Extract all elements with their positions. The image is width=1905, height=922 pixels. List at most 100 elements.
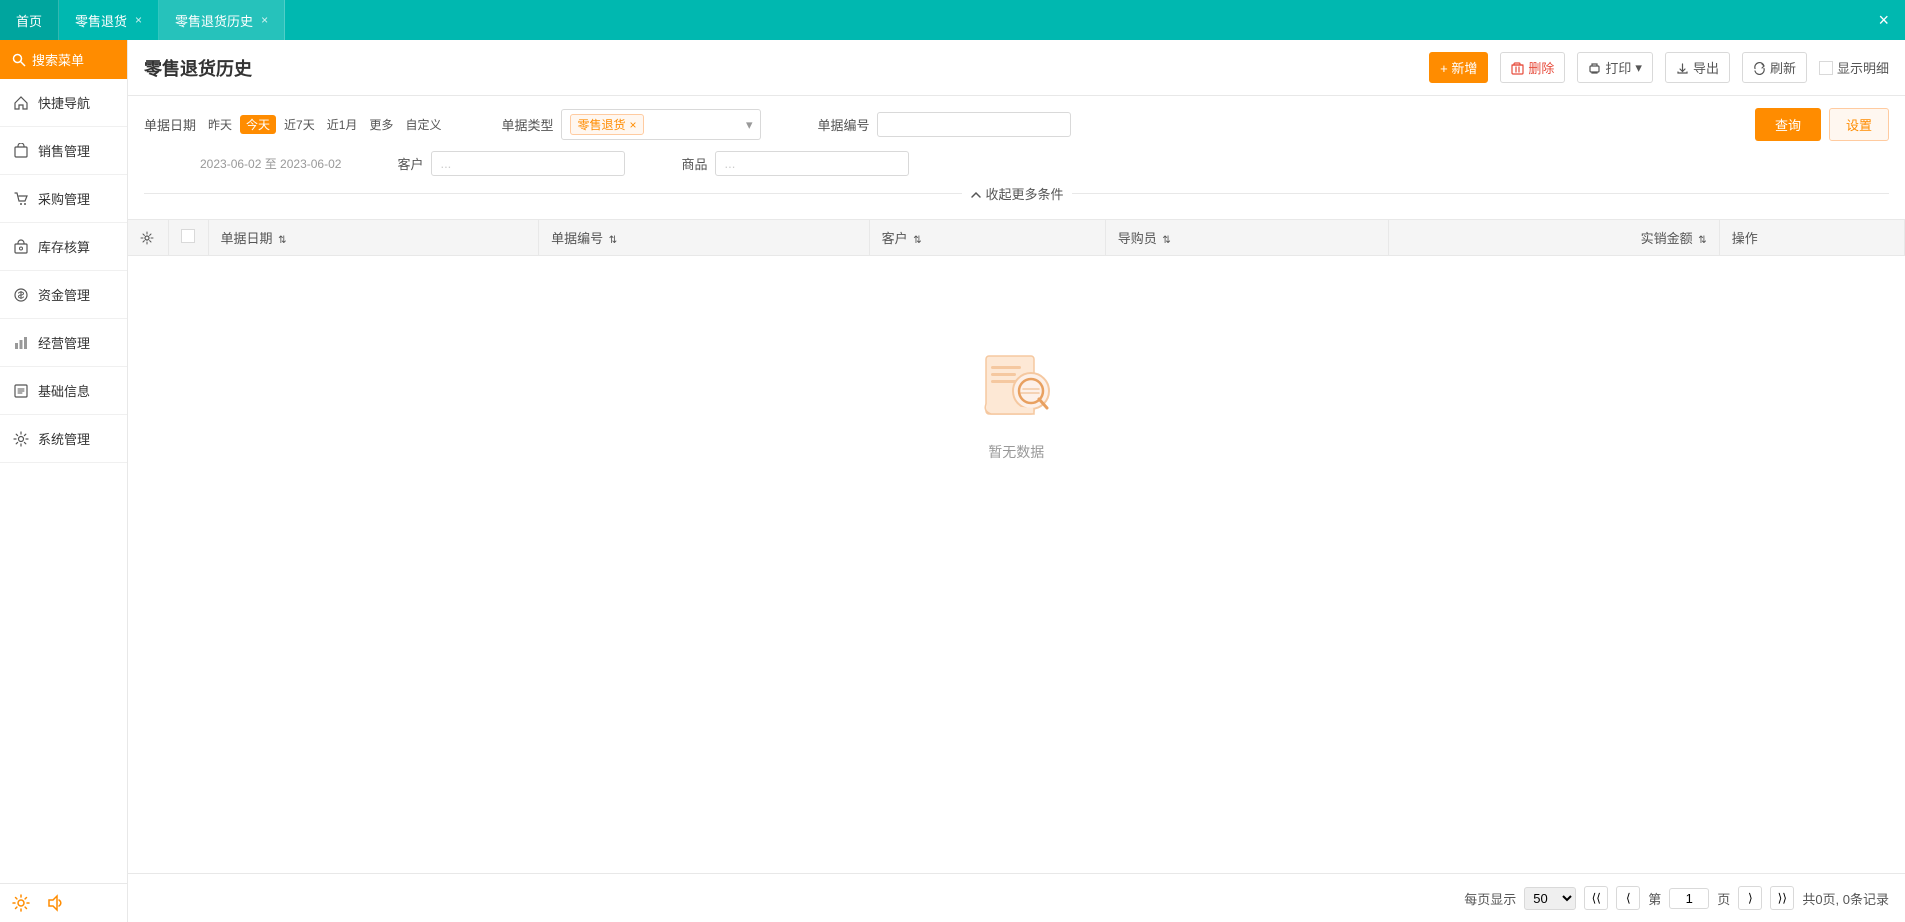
- per-page-select[interactable]: 50 100 200: [1524, 887, 1576, 910]
- sidebar-item-inventory[interactable]: 库存核算: [0, 223, 127, 271]
- prev-page-button[interactable]: ⟨: [1616, 886, 1640, 910]
- number-filter-label: 单据编号: [817, 115, 869, 134]
- delete-button[interactable]: 删除: [1500, 52, 1565, 83]
- tab-retail-return-close[interactable]: ×: [135, 13, 142, 27]
- last-page-button[interactable]: ⟩⟩: [1770, 886, 1794, 910]
- filter-row-2: 2023-06-02 至 2023-06-02 客户 商品: [144, 151, 1889, 176]
- settings-icon[interactable]: [12, 894, 30, 912]
- col-amount-header[interactable]: 实销金额 ⇅: [1389, 220, 1720, 256]
- topbar-tabs: 首页 零售退货 × 零售退货历史 ×: [0, 0, 1862, 40]
- date-range: 2023-06-02 至 2023-06-02: [200, 155, 341, 172]
- delete-icon: [1511, 60, 1524, 75]
- basic-icon: [12, 382, 30, 400]
- search-icon: [12, 52, 26, 68]
- date-opt-custom[interactable]: 自定义: [401, 115, 445, 134]
- sidebar-item-purchase[interactable]: 采购管理: [0, 175, 127, 223]
- guide-sort-icon[interactable]: ⇅: [1162, 235, 1170, 246]
- col-guide-header[interactable]: 导购员 ⇅: [1105, 220, 1388, 256]
- sidebar-search[interactable]: 搜索菜单: [0, 40, 127, 79]
- refresh-icon: [1753, 60, 1766, 75]
- date-filter-label: 单据日期: [144, 115, 196, 134]
- table-area: 单据日期 ⇅ 单据编号 ⇅ 客户 ⇅ 导购员 ⇅: [128, 220, 1905, 873]
- sidebar-basic-info-label: 基础信息: [38, 381, 90, 400]
- date-opt-yesterday[interactable]: 昨天: [204, 115, 236, 134]
- col-number-header[interactable]: 单据编号 ⇅: [539, 220, 870, 256]
- delete-button-label: 删除: [1528, 58, 1554, 77]
- col-action-header: 操作: [1719, 220, 1904, 256]
- page-title: 零售退货历史: [144, 55, 252, 81]
- tab-retail-return-history[interactable]: 零售退货历史 ×: [159, 0, 285, 40]
- tab-retail-return-history-label: 零售退货历史: [175, 11, 253, 30]
- number-input[interactable]: [877, 112, 1071, 137]
- collapse-button[interactable]: 收起更多条件: [970, 180, 1064, 207]
- select-all-checkbox[interactable]: [181, 229, 195, 243]
- type-tag-label: 零售退货: [577, 116, 625, 133]
- show-detail-option[interactable]: 显示明细: [1819, 58, 1889, 77]
- date-options: 昨天 今天 近7天 近1月 更多 自定义: [204, 115, 445, 134]
- page-input[interactable]: [1669, 888, 1709, 909]
- sidebar-item-basic-info[interactable]: 基础信息: [0, 367, 127, 415]
- sidebar-inventory-label: 库存核算: [38, 237, 90, 256]
- sidebar-item-sales[interactable]: 销售管理: [0, 127, 127, 175]
- filter-row-1: 单据日期 昨天 今天 近7天 近1月 更多 自定义 单据类型: [144, 108, 1889, 141]
- date-opt-1month[interactable]: 近1月: [323, 115, 362, 134]
- export-button-label: 导出: [1693, 58, 1719, 77]
- col-date-header[interactable]: 单据日期 ⇅: [208, 220, 539, 256]
- number-sort-icon[interactable]: ⇅: [609, 235, 617, 246]
- type-tag-close[interactable]: ×: [629, 118, 636, 132]
- print-button-label: 打印: [1605, 58, 1631, 77]
- window-close-button[interactable]: ×: [1862, 0, 1905, 40]
- sidebar-item-system[interactable]: 系统管理: [0, 415, 127, 463]
- print-button[interactable]: 打印 ▾: [1577, 52, 1653, 83]
- page-unit: 页: [1717, 889, 1730, 908]
- date-opt-today[interactable]: 今天: [240, 115, 276, 134]
- sidebar-item-operation[interactable]: 经营管理: [0, 319, 127, 367]
- total-info: 共0页, 0条记录: [1802, 889, 1889, 908]
- query-button[interactable]: 查询: [1755, 108, 1821, 141]
- table-settings-header[interactable]: [128, 220, 168, 256]
- col-date-label: 单据日期: [221, 231, 273, 246]
- goods-input[interactable]: [715, 151, 909, 176]
- collapse-row: 收起更多条件: [144, 180, 1889, 207]
- type-tag: 零售退货 ×: [570, 114, 643, 135]
- tab-retail-return-history-close[interactable]: ×: [261, 13, 268, 27]
- home-icon: [12, 94, 30, 112]
- operation-icon: [12, 334, 30, 352]
- add-button[interactable]: + 新增: [1429, 52, 1488, 83]
- show-detail-checkbox[interactable]: [1819, 61, 1833, 75]
- date-opt-more[interactable]: 更多: [365, 115, 397, 134]
- type-selector[interactable]: 零售退货 × ▾: [561, 109, 761, 140]
- tab-retail-return[interactable]: 零售退货 ×: [59, 0, 159, 40]
- col-customer-header[interactable]: 客户 ⇅: [869, 220, 1105, 256]
- type-filter: 单据类型 零售退货 × ▾: [501, 109, 761, 140]
- date-opt-7days[interactable]: 近7天: [280, 115, 319, 134]
- customer-input[interactable]: [431, 151, 625, 176]
- col-amount-label: 实销金额: [1641, 231, 1693, 246]
- sidebar-bottom: [0, 883, 127, 922]
- amount-sort-icon[interactable]: ⇅: [1698, 235, 1706, 246]
- col-customer-label: 客户: [882, 231, 908, 246]
- show-detail-label: 显示明细: [1837, 58, 1889, 77]
- sidebar-item-finance[interactable]: 资金管理: [0, 271, 127, 319]
- empty-text: 暂无数据: [988, 442, 1044, 462]
- customer-sort-icon[interactable]: ⇅: [913, 235, 921, 246]
- goods-filter-label: 商品: [681, 154, 707, 173]
- separator-left: [144, 193, 962, 194]
- type-dropdown-icon: ▾: [746, 117, 753, 133]
- type-filter-label: 单据类型: [501, 115, 553, 134]
- print-dropdown-icon: ▾: [1635, 60, 1642, 76]
- table-settings-icon[interactable]: [140, 230, 154, 245]
- sidebar-sales-label: 销售管理: [38, 141, 90, 160]
- col-guide-label: 导购员: [1118, 231, 1157, 246]
- next-page-button[interactable]: ⟩: [1738, 886, 1762, 910]
- tab-home[interactable]: 首页: [0, 0, 59, 40]
- table-checkbox-header[interactable]: [168, 220, 208, 256]
- date-sort-icon[interactable]: ⇅: [278, 235, 286, 246]
- sidebar-search-label: 搜索菜单: [32, 50, 84, 69]
- first-page-button[interactable]: ⟨⟨: [1584, 886, 1608, 910]
- volume-icon[interactable]: [46, 894, 64, 912]
- settings-button[interactable]: 设置: [1829, 108, 1889, 141]
- export-button[interactable]: 导出: [1665, 52, 1730, 83]
- refresh-button[interactable]: 刷新: [1742, 52, 1807, 83]
- sidebar-item-quick-nav[interactable]: 快捷导航: [0, 79, 127, 127]
